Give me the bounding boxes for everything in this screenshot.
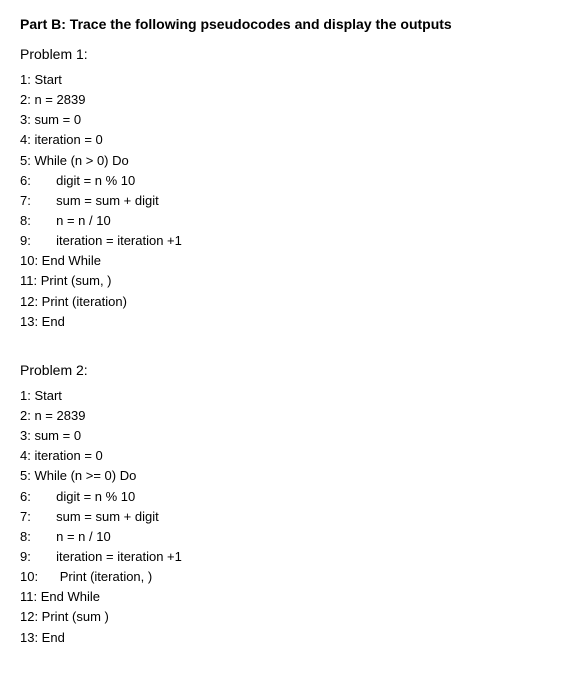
page-container: Part B: Trace the following pseudocodes … xyxy=(20,16,549,648)
p2-line-13: 13: End xyxy=(20,628,549,648)
problem1-section: Problem 1: 1: Start 2: n = 2839 3: sum =… xyxy=(20,46,549,332)
p1-line-3: 3: sum = 0 xyxy=(20,110,549,130)
p2-line-5: 5: While (n >= 0) Do xyxy=(20,466,549,486)
problem2-title: Problem 2: xyxy=(20,362,549,378)
problem2-code: 1: Start 2: n = 2839 3: sum = 0 4: itera… xyxy=(20,386,549,648)
p2-line-2: 2: n = 2839 xyxy=(20,406,549,426)
p1-line-5: 5: While (n > 0) Do xyxy=(20,151,549,171)
p1-line-9: 9: iteration = iteration +1 xyxy=(20,231,549,251)
p1-line-13: 13: End xyxy=(20,312,549,332)
p2-line-3: 3: sum = 0 xyxy=(20,426,549,446)
p1-line-6: 6: digit = n % 10 xyxy=(20,171,549,191)
p1-line-1: 1: Start xyxy=(20,70,549,90)
p1-line-4: 4: iteration = 0 xyxy=(20,130,549,150)
p2-line-11: 11: End While xyxy=(20,587,549,607)
p1-line-11: 11: Print (sum, ) xyxy=(20,271,549,291)
problem1-title: Problem 1: xyxy=(20,46,549,62)
p1-line-10: 10: End While xyxy=(20,251,549,271)
p2-line-10: 10: Print (iteration, ) xyxy=(20,567,549,587)
p1-line-2: 2: n = 2839 xyxy=(20,90,549,110)
p2-line-1: 1: Start xyxy=(20,386,549,406)
main-title: Part B: Trace the following pseudocodes … xyxy=(20,16,549,32)
p1-line-12: 12: Print (iteration) xyxy=(20,292,549,312)
p2-line-7: 7: sum = sum + digit xyxy=(20,507,549,527)
p2-line-8: 8: n = n / 10 xyxy=(20,527,549,547)
problem1-code: 1: Start 2: n = 2839 3: sum = 0 4: itera… xyxy=(20,70,549,332)
p2-line-4: 4: iteration = 0 xyxy=(20,446,549,466)
p2-line-9: 9: iteration = iteration +1 xyxy=(20,547,549,567)
p1-line-7: 7: sum = sum + digit xyxy=(20,191,549,211)
problem2-section: Problem 2: 1: Start 2: n = 2839 3: sum =… xyxy=(20,362,549,648)
p2-line-6: 6: digit = n % 10 xyxy=(20,487,549,507)
p1-line-8: 8: n = n / 10 xyxy=(20,211,549,231)
p2-line-12: 12: Print (sum ) xyxy=(20,607,549,627)
